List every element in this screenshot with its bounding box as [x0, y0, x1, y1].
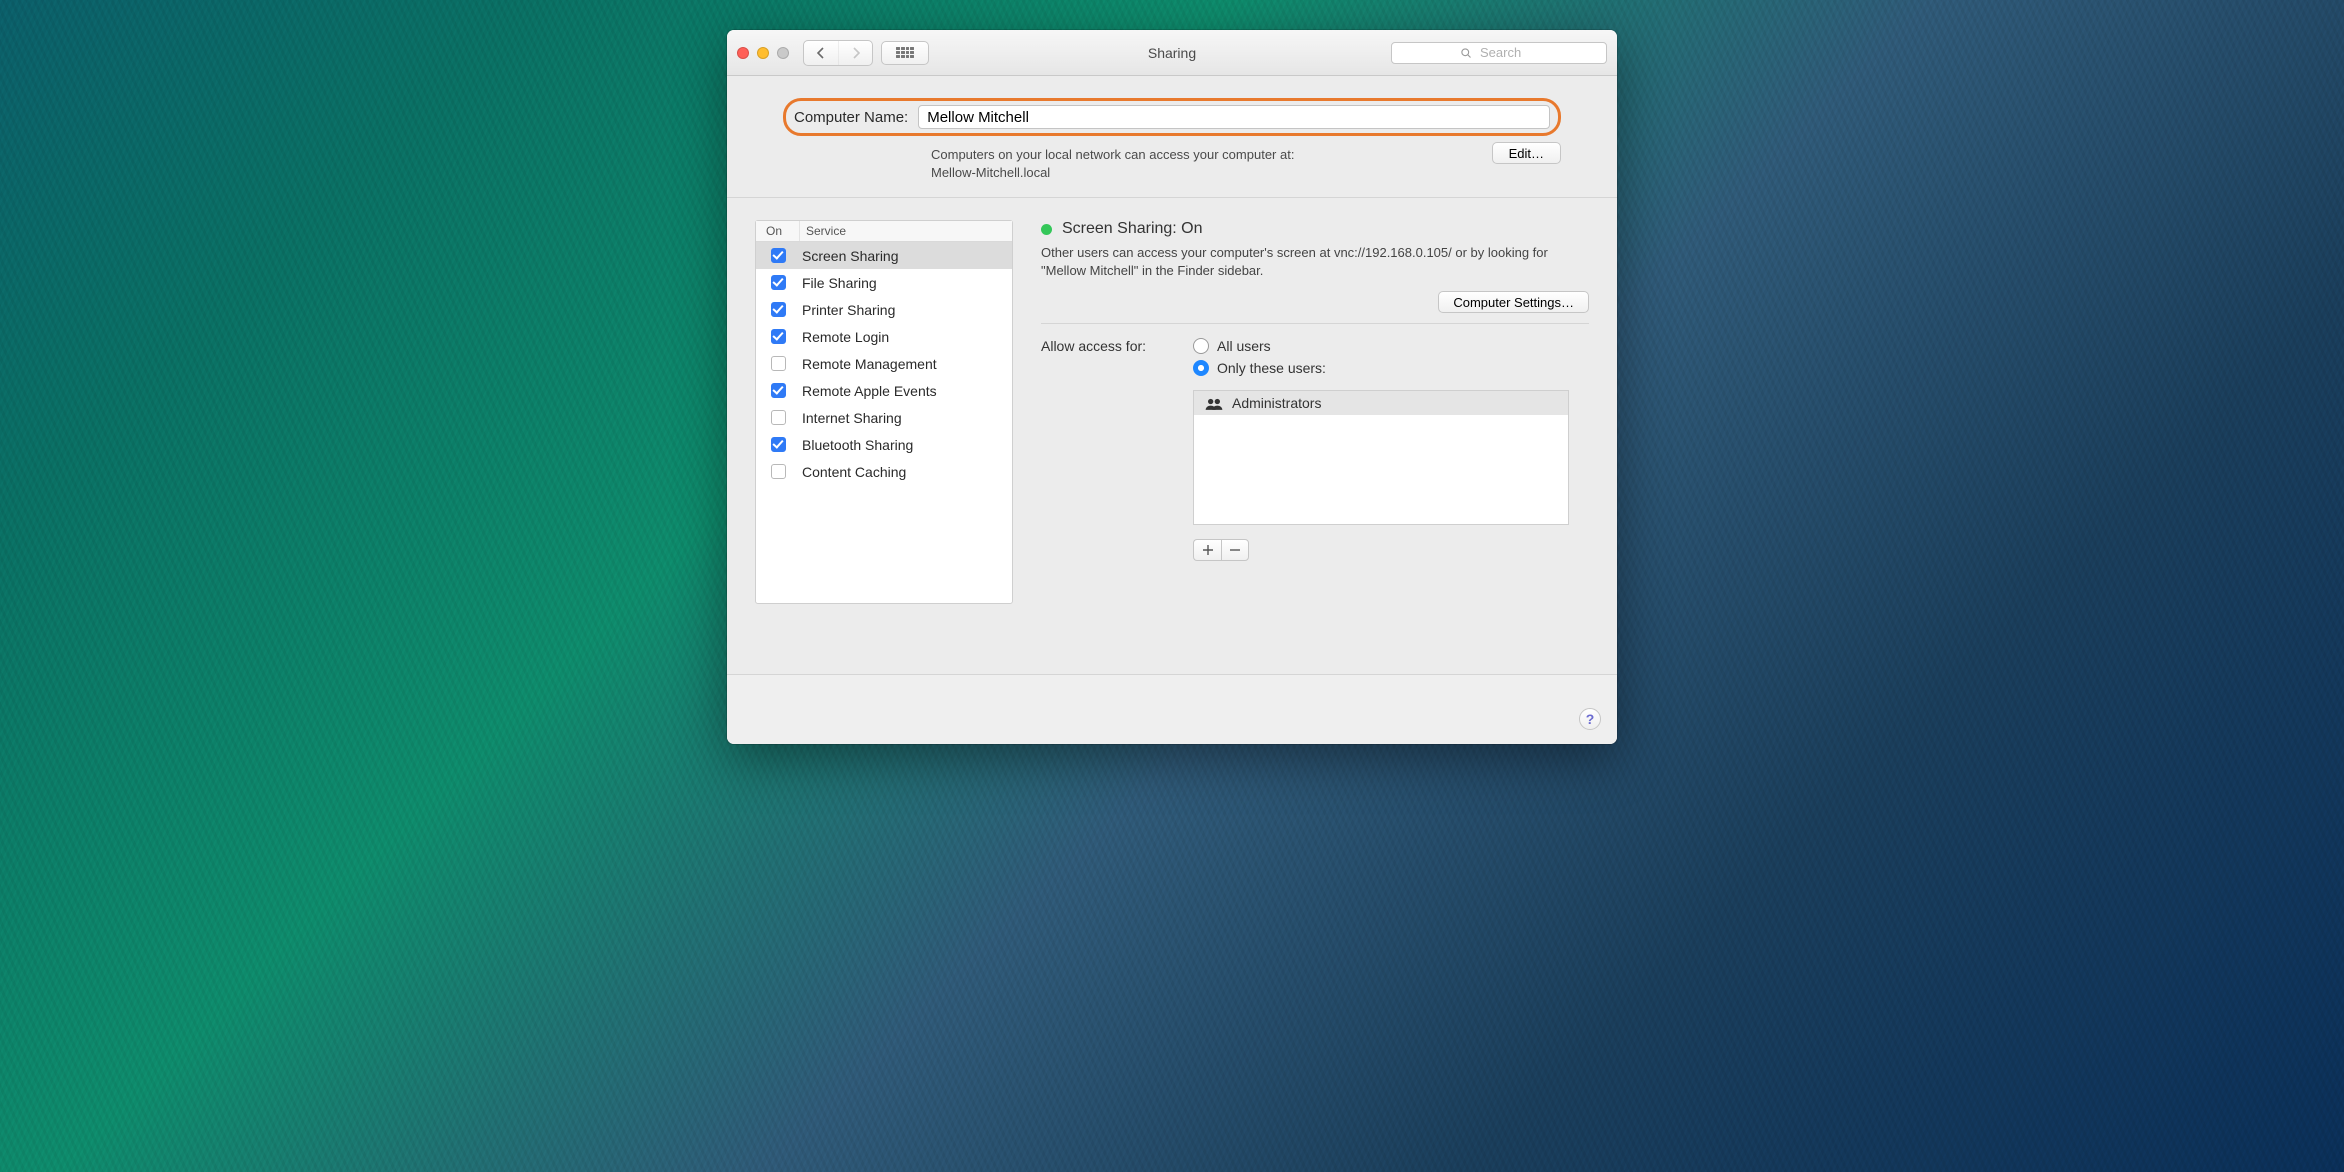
close-icon[interactable]	[737, 47, 749, 59]
divider	[1041, 323, 1589, 324]
users-list[interactable]: Administrators	[1193, 390, 1569, 525]
service-row[interactable]: Remote Management	[756, 350, 1012, 377]
service-label: Internet Sharing	[800, 410, 1012, 426]
radio-all-label: All users	[1217, 338, 1271, 354]
service-row[interactable]: Internet Sharing	[756, 404, 1012, 431]
service-checkbox[interactable]	[771, 464, 786, 479]
radio-icon	[1193, 360, 1209, 376]
maximize-icon	[777, 47, 789, 59]
minus-icon	[1229, 544, 1241, 556]
nav-buttons	[803, 40, 873, 66]
services-list: On Service Screen Sharing File Sharing Pri…	[755, 220, 1013, 604]
help-button[interactable]: ?	[1579, 708, 1601, 730]
show-all-button[interactable]	[881, 41, 929, 65]
minimize-icon[interactable]	[757, 47, 769, 59]
footer-pane: ?	[727, 674, 1617, 744]
status-indicator-icon	[1041, 224, 1052, 235]
group-icon	[1204, 397, 1222, 409]
chevron-right-icon	[850, 47, 862, 59]
search-field[interactable]	[1391, 42, 1607, 64]
remove-user-button[interactable]	[1221, 539, 1249, 561]
service-checkbox[interactable]	[771, 329, 786, 344]
computer-name-highlight: Computer Name:	[783, 98, 1561, 136]
service-label: Remote Login	[800, 329, 1012, 345]
back-button[interactable]	[804, 41, 838, 65]
service-row[interactable]: File Sharing	[756, 269, 1012, 296]
computer-name-description: Computers on your local network can acce…	[931, 146, 1474, 181]
service-label: Screen Sharing	[800, 248, 1012, 264]
detail-pane: Screen Sharing: On Other users can acces…	[1041, 220, 1589, 674]
computer-name-label: Computer Name:	[794, 109, 908, 126]
computer-name-input[interactable]	[918, 105, 1550, 129]
status-row: Screen Sharing: On	[1041, 220, 1589, 238]
user-label: Administrators	[1232, 395, 1321, 411]
col-service: Service	[800, 221, 1012, 241]
service-label: File Sharing	[800, 275, 1012, 291]
service-checkbox[interactable]	[771, 356, 786, 371]
header-pane: Computer Name: Computers on your local n…	[727, 76, 1617, 198]
grid-icon	[896, 47, 914, 59]
chevron-left-icon	[815, 47, 827, 59]
titlebar: Sharing	[727, 30, 1617, 76]
user-row[interactable]: Administrators	[1194, 391, 1568, 415]
service-checkbox[interactable]	[771, 437, 786, 452]
service-checkbox[interactable]	[771, 383, 786, 398]
content-pane: On Service Screen Sharing File Sharing Pri…	[727, 198, 1617, 674]
service-description: Other users can access your computer's s…	[1041, 244, 1589, 279]
radio-only-label: Only these users:	[1217, 360, 1326, 376]
radio-only-users[interactable]: Only these users:	[1193, 360, 1589, 376]
status-text: Screen Sharing: On	[1062, 220, 1203, 238]
service-checkbox[interactable]	[771, 302, 786, 317]
access-row: Allow access for: All users Only these u…	[1041, 338, 1589, 561]
col-on: On	[756, 221, 800, 241]
service-checkbox[interactable]	[771, 410, 786, 425]
service-label: Remote Management	[800, 356, 1012, 372]
computer-settings-button[interactable]: Computer Settings…	[1438, 291, 1589, 313]
add-remove-buttons	[1193, 539, 1589, 561]
radio-icon	[1193, 338, 1209, 354]
forward-button[interactable]	[838, 41, 872, 65]
cn-desc-line1: Computers on your local network can acce…	[931, 146, 1474, 164]
search-icon	[1460, 47, 1472, 59]
window-controls	[737, 47, 789, 59]
service-label: Content Caching	[800, 464, 1012, 480]
service-row[interactable]: Remote Login	[756, 323, 1012, 350]
service-label: Bluetooth Sharing	[800, 437, 1012, 453]
service-label: Printer Sharing	[800, 302, 1012, 318]
service-row[interactable]: Remote Apple Events	[756, 377, 1012, 404]
service-row[interactable]: Content Caching	[756, 458, 1012, 485]
add-user-button[interactable]	[1193, 539, 1221, 561]
service-row[interactable]: Screen Sharing	[756, 242, 1012, 269]
service-label: Remote Apple Events	[800, 383, 1012, 399]
service-row[interactable]: Bluetooth Sharing	[756, 431, 1012, 458]
service-row[interactable]: Printer Sharing	[756, 296, 1012, 323]
access-label: Allow access for:	[1041, 338, 1183, 561]
radio-all-users[interactable]: All users	[1193, 338, 1589, 354]
preferences-window: Sharing Computer Name: Computers on your…	[727, 30, 1617, 744]
services-header: On Service	[756, 221, 1012, 242]
cn-desc-line2: Mellow-Mitchell.local	[931, 164, 1474, 182]
service-checkbox[interactable]	[771, 275, 786, 290]
plus-icon	[1202, 544, 1214, 556]
edit-button[interactable]: Edit…	[1492, 142, 1561, 164]
service-checkbox[interactable]	[771, 248, 786, 263]
search-input[interactable]	[1478, 44, 1538, 61]
